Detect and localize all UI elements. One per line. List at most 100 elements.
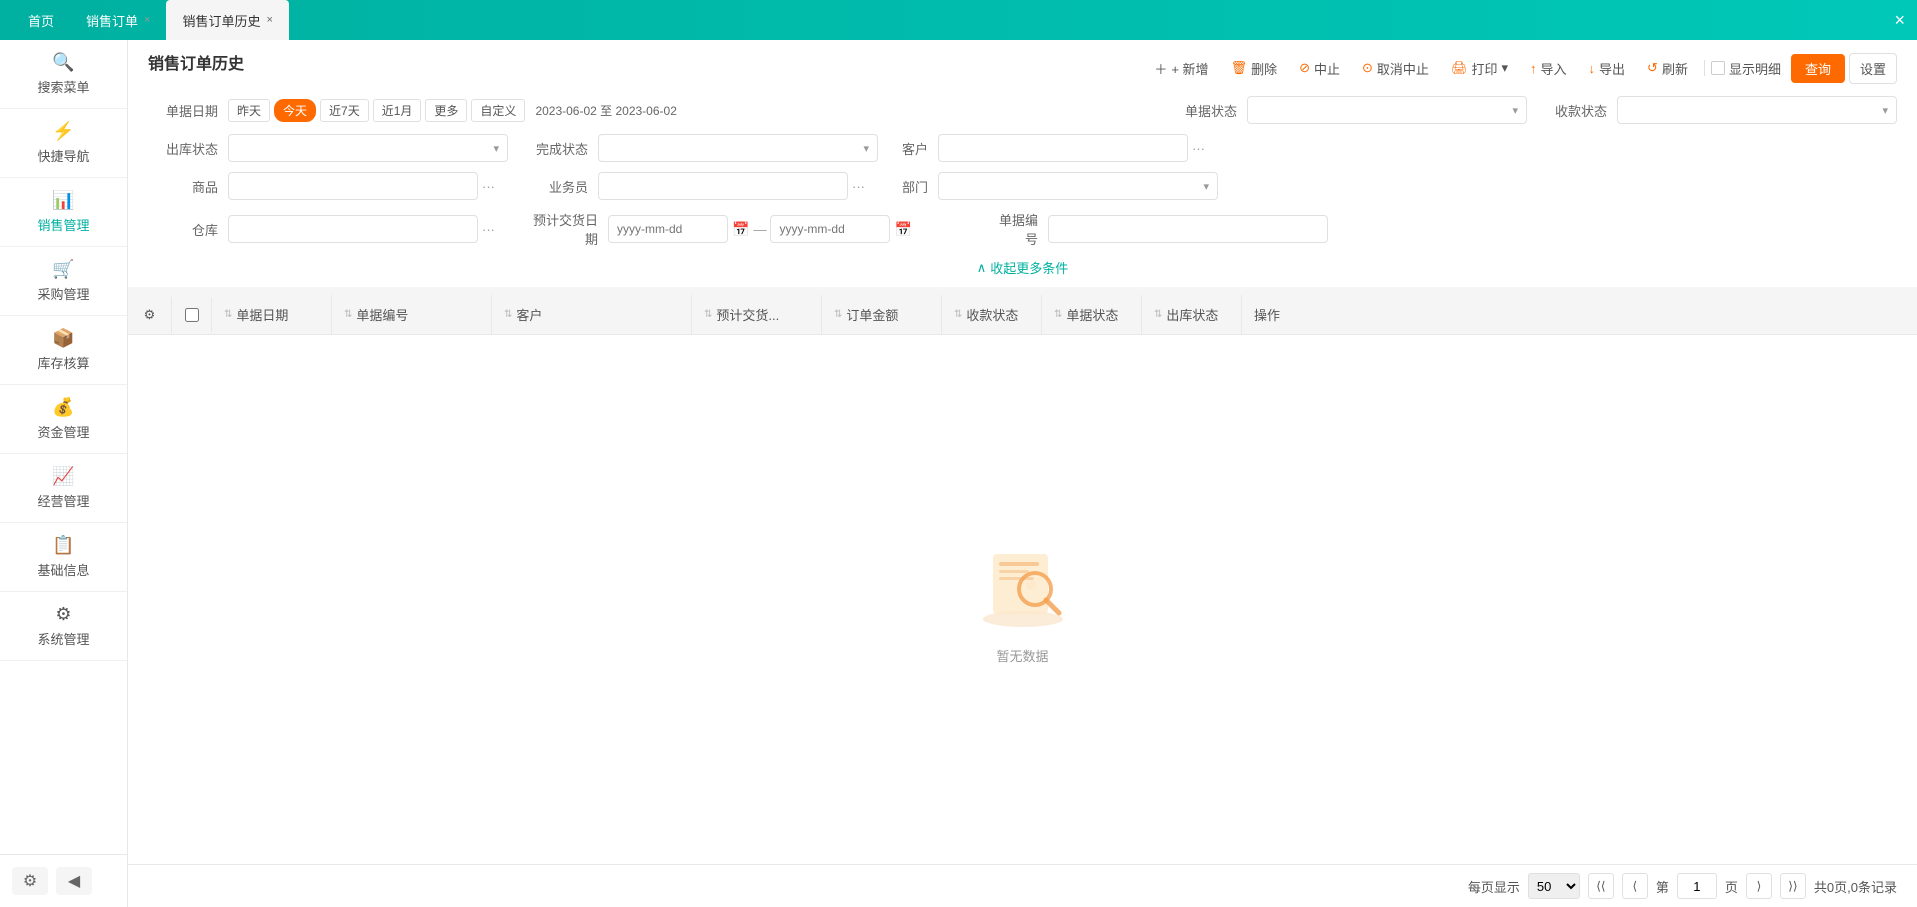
- product-ellipsis[interactable]: ···: [478, 179, 499, 194]
- tab-sales-order-history-close[interactable]: ×: [266, 14, 272, 26]
- order-status-arrow: ▾: [1512, 104, 1518, 117]
- th-num[interactable]: ⇅ 单据编号: [332, 295, 492, 334]
- cancel-stop-label: 取消中止: [1377, 59, 1429, 78]
- refresh-btn[interactable]: ↺ 刷新: [1637, 54, 1698, 83]
- date-btn-1month[interactable]: 近1月: [373, 99, 422, 122]
- calendar-start-icon[interactable]: 📅: [732, 221, 749, 238]
- sidebar-item-quick-label: 快捷导航: [37, 146, 89, 165]
- tab-home[interactable]: 首页: [12, 0, 70, 40]
- warehouse-input[interactable]: [228, 215, 478, 243]
- import-btn[interactable]: ↑ 导入: [1520, 54, 1577, 83]
- new-btn[interactable]: ＋ + 新增: [1144, 54, 1218, 83]
- th-order-status[interactable]: ⇅ 单据状态: [1042, 295, 1142, 334]
- th-customer-label: 客户: [516, 305, 542, 324]
- collapse-btn[interactable]: ∧ 收起更多条件: [148, 258, 1897, 277]
- delivery-date-start[interactable]: [608, 215, 728, 243]
- display-columns-toggle[interactable]: 显示明细: [1711, 59, 1781, 78]
- main-layout: 🔍 搜索菜单 ⚡ 快捷导航 📊 销售管理 🛒 采购管理 📦 库存核算 💰 资金管…: [0, 40, 1917, 907]
- th-delivery[interactable]: ⇅ 预计交货...: [692, 295, 822, 334]
- query-label: 查询: [1805, 62, 1831, 77]
- date-btn-7days[interactable]: 近7天: [320, 99, 369, 122]
- th-out-status[interactable]: ⇅ 出库状态: [1142, 295, 1242, 334]
- sidebar-item-sys-mgmt[interactable]: ⚙ 系统管理: [0, 592, 127, 661]
- th-pay-status[interactable]: ⇅ 收款状态: [942, 295, 1042, 334]
- warehouse-ellipsis[interactable]: ···: [478, 222, 499, 237]
- date-btn-yesterday[interactable]: 昨天: [228, 99, 270, 122]
- tab-sales-order[interactable]: 销售订单 ×: [70, 0, 166, 40]
- display-columns-checkbox[interactable]: [1711, 61, 1725, 75]
- operations-icon: 📈: [52, 466, 74, 487]
- sales-mgmt-icon: 📊: [52, 190, 74, 211]
- order-status-control: ▾: [1247, 96, 1527, 124]
- order-num-input[interactable]: [1048, 215, 1328, 243]
- customer-ellipsis[interactable]: ···: [1188, 141, 1209, 156]
- export-btn[interactable]: ↓ 导出: [1579, 54, 1636, 83]
- th-checkbox[interactable]: [172, 298, 212, 332]
- select-all-checkbox[interactable]: [185, 308, 199, 322]
- settings-label: 设置: [1860, 59, 1886, 78]
- sidebar-item-inventory-label: 库存核算: [37, 353, 89, 372]
- last-page-btn[interactable]: ⟩⟩: [1780, 873, 1806, 899]
- delete-btn[interactable]: 🗑 删除: [1221, 54, 1288, 83]
- filter-row-2: 出库状态 ▾ 完成状态 ▾ 客户: [148, 134, 1897, 162]
- sort-icon-amount: ⇅: [834, 309, 842, 320]
- date-dash: —: [753, 222, 766, 237]
- query-btn[interactable]: 查询: [1791, 54, 1845, 83]
- out-status-arrow: ▾: [493, 142, 499, 155]
- print-btn[interactable]: 🖨 打印 ▾: [1441, 54, 1518, 83]
- sort-icon-left: ⇅: [224, 309, 232, 320]
- window-close-icon[interactable]: ×: [1894, 10, 1905, 31]
- sidebar-item-purchase-mgmt[interactable]: 🛒 采购管理: [0, 247, 127, 316]
- sidebar-item-basic-info[interactable]: 📋 基础信息: [0, 523, 127, 592]
- cancel-stop-btn[interactable]: ⊙ 取消中止: [1352, 54, 1439, 83]
- sidebar-collapse-btn[interactable]: ◀: [56, 867, 92, 895]
- sidebar-item-sales-mgmt[interactable]: 📊 销售管理: [0, 178, 127, 247]
- sidebar-item-finance[interactable]: 💰 资金管理: [0, 385, 127, 454]
- pay-status-select[interactable]: ▾: [1617, 96, 1897, 124]
- date-btn-today[interactable]: 今天: [274, 99, 316, 122]
- sidebar-item-search-menu[interactable]: 🔍 搜索菜单: [0, 40, 127, 109]
- calendar-end-icon[interactable]: 📅: [894, 221, 911, 238]
- page-size-label: 每页显示: [1468, 877, 1520, 896]
- page-number-input[interactable]: [1677, 873, 1717, 899]
- next-page-btn[interactable]: ⟩: [1746, 873, 1772, 899]
- sidebar-item-quick-nav[interactable]: ⚡ 快捷导航: [0, 109, 127, 178]
- complete-status-select[interactable]: ▾: [598, 134, 878, 162]
- th-delivery-label: 预计交货...: [716, 305, 779, 324]
- order-status-select[interactable]: ▾: [1247, 96, 1527, 124]
- purchase-mgmt-icon: 🛒: [52, 259, 74, 280]
- finance-icon: 💰: [52, 397, 74, 418]
- date-btn-custom[interactable]: 自定义: [471, 99, 525, 122]
- out-status-select[interactable]: ▾: [228, 134, 508, 162]
- sidebar-item-operations[interactable]: 📈 经营管理: [0, 454, 127, 523]
- sidebar-settings-btn[interactable]: ⚙: [12, 867, 48, 895]
- prev-page-btn[interactable]: ⟨: [1622, 873, 1648, 899]
- th-settings[interactable]: ⚙: [128, 297, 172, 333]
- sidebar-item-inventory[interactable]: 📦 库存核算: [0, 316, 127, 385]
- settings-btn-toolbar[interactable]: 设置: [1849, 53, 1897, 84]
- first-page-btn[interactable]: ⟨⟨: [1588, 873, 1614, 899]
- stop-btn[interactable]: ⊘ 中止: [1289, 54, 1350, 83]
- page-size-select[interactable]: 50 20 100: [1528, 873, 1580, 899]
- tab-sales-order-history[interactable]: 销售订单历史 ×: [166, 0, 288, 40]
- product-input[interactable]: [228, 172, 478, 200]
- tab-sales-order-close[interactable]: ×: [144, 14, 150, 26]
- delivery-date-end[interactable]: [770, 215, 890, 243]
- th-pay-status-label: 收款状态: [966, 305, 1018, 324]
- th-amount[interactable]: ⇅ 订单金额: [822, 295, 942, 334]
- date-btn-more[interactable]: 更多: [425, 99, 467, 122]
- th-date[interactable]: ⇅ 单据日期: [212, 295, 332, 334]
- customer-input[interactable]: [938, 134, 1188, 162]
- salesman-ellipsis[interactable]: ···: [848, 179, 869, 194]
- toolbar-divider: [1704, 60, 1705, 76]
- warehouse-control: ···: [228, 215, 508, 243]
- sort-icon-order: ⇅: [1054, 309, 1062, 320]
- sidebar-item-basic-label: 基础信息: [37, 560, 89, 579]
- export-icon: ↓: [1589, 61, 1596, 76]
- th-customer[interactable]: ⇅ 客户: [492, 295, 692, 334]
- dept-select[interactable]: ▾: [938, 172, 1218, 200]
- page-header-inner: 销售订单历史 ＋ + 新增 🗑 删除 ⊘ 中止 ⊙: [148, 50, 1897, 86]
- sort-icon-pay: ⇅: [954, 309, 962, 320]
- print-label: 打印: [1471, 59, 1497, 78]
- salesman-input[interactable]: [598, 172, 848, 200]
